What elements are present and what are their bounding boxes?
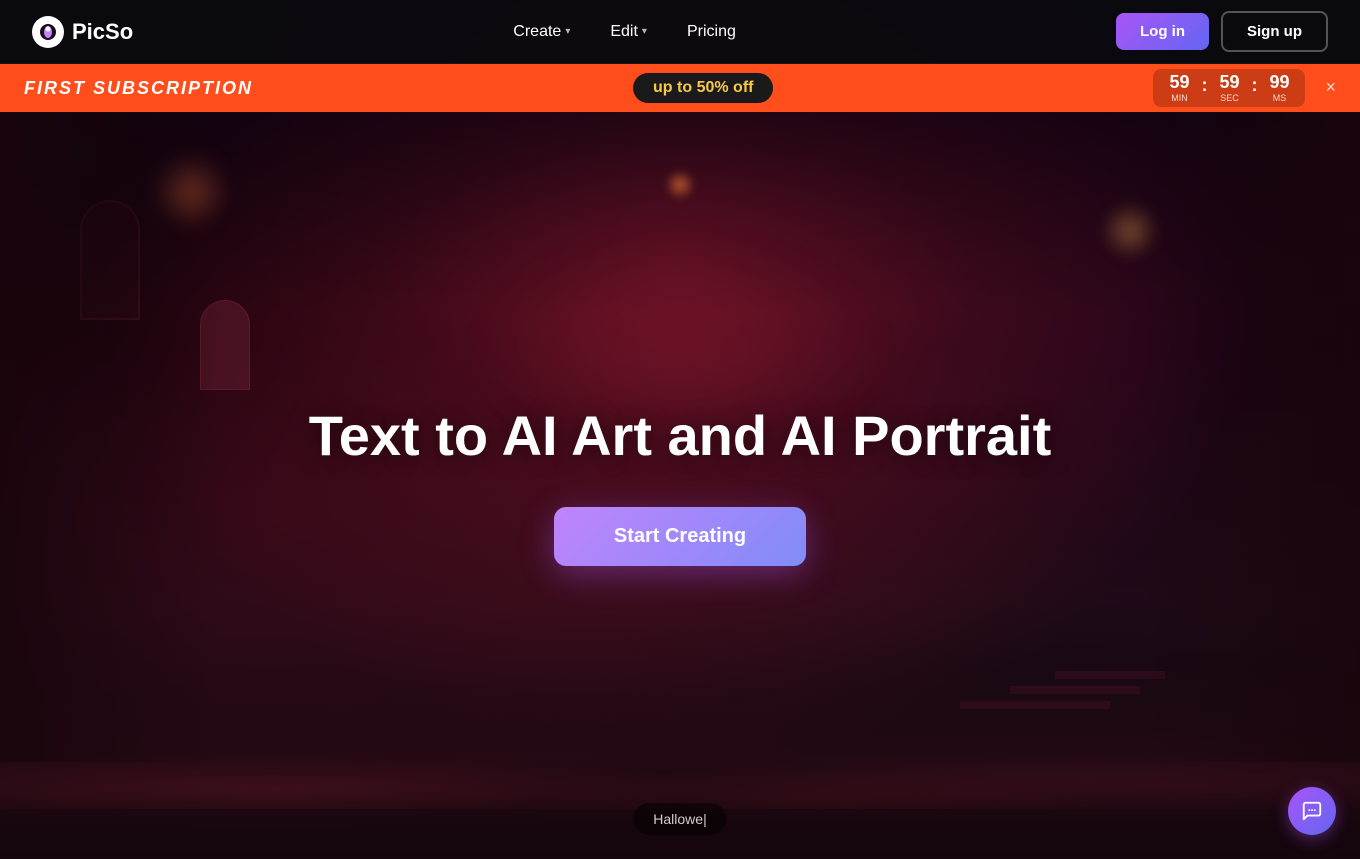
promo-banner: FIRST SUBSCRIPTION up to 50% off 59 Min … — [0, 64, 1360, 112]
logo-icon — [32, 16, 64, 48]
promo-text: FIRST SUBSCRIPTION — [24, 78, 253, 99]
chat-bubble[interactable] — [1288, 787, 1336, 835]
scene-right-overlay — [1140, 112, 1360, 762]
timer-sep-1: : — [1201, 75, 1207, 96]
nav-pricing[interactable]: Pricing — [671, 15, 752, 49]
chevron-down-icon: ▾ — [565, 26, 570, 37]
promo-badge[interactable]: up to 50% off — [633, 73, 773, 103]
chat-icon — [1301, 800, 1323, 822]
login-button[interactable]: Log in — [1116, 13, 1209, 50]
hero-section: Text to AI Art and AI Portrait Start Cre… — [0, 0, 1360, 859]
timer-seconds: 59 Sec — [1213, 73, 1245, 103]
scene-left-overlay — [0, 112, 220, 762]
bottom-label: Hallowe| — [633, 803, 726, 835]
nav-create[interactable]: Create ▾ — [497, 15, 586, 49]
promo-right: 59 Min : 59 Sec : 99 MS × — [1153, 69, 1336, 107]
promo-timer: 59 Min : 59 Sec : 99 MS — [1153, 69, 1305, 107]
hero-title: Text to AI Art and AI Portrait — [309, 405, 1052, 467]
signup-button[interactable]: Sign up — [1221, 11, 1328, 52]
lantern-glow — [665, 170, 695, 200]
start-creating-button[interactable]: Start Creating — [554, 507, 806, 566]
close-icon[interactable]: × — [1325, 77, 1336, 98]
timer-minutes: 59 Min — [1163, 73, 1195, 103]
logo[interactable]: PicSo — [32, 16, 133, 48]
nav-links: Create ▾ Edit ▾ Pricing — [497, 15, 752, 49]
nav-edit[interactable]: Edit ▾ — [594, 15, 663, 49]
nav-actions: Log in Sign up — [1116, 11, 1328, 52]
chevron-down-icon: ▾ — [642, 26, 647, 37]
timer-sep-2: : — [1251, 75, 1257, 96]
navbar: PicSo Create ▾ Edit ▾ Pricing Log in Sig… — [0, 0, 1360, 64]
hero-content: Text to AI Art and AI Portrait Start Cre… — [309, 405, 1052, 566]
logo-text: PicSo — [72, 19, 133, 45]
timer-ms: 99 MS — [1263, 73, 1295, 103]
